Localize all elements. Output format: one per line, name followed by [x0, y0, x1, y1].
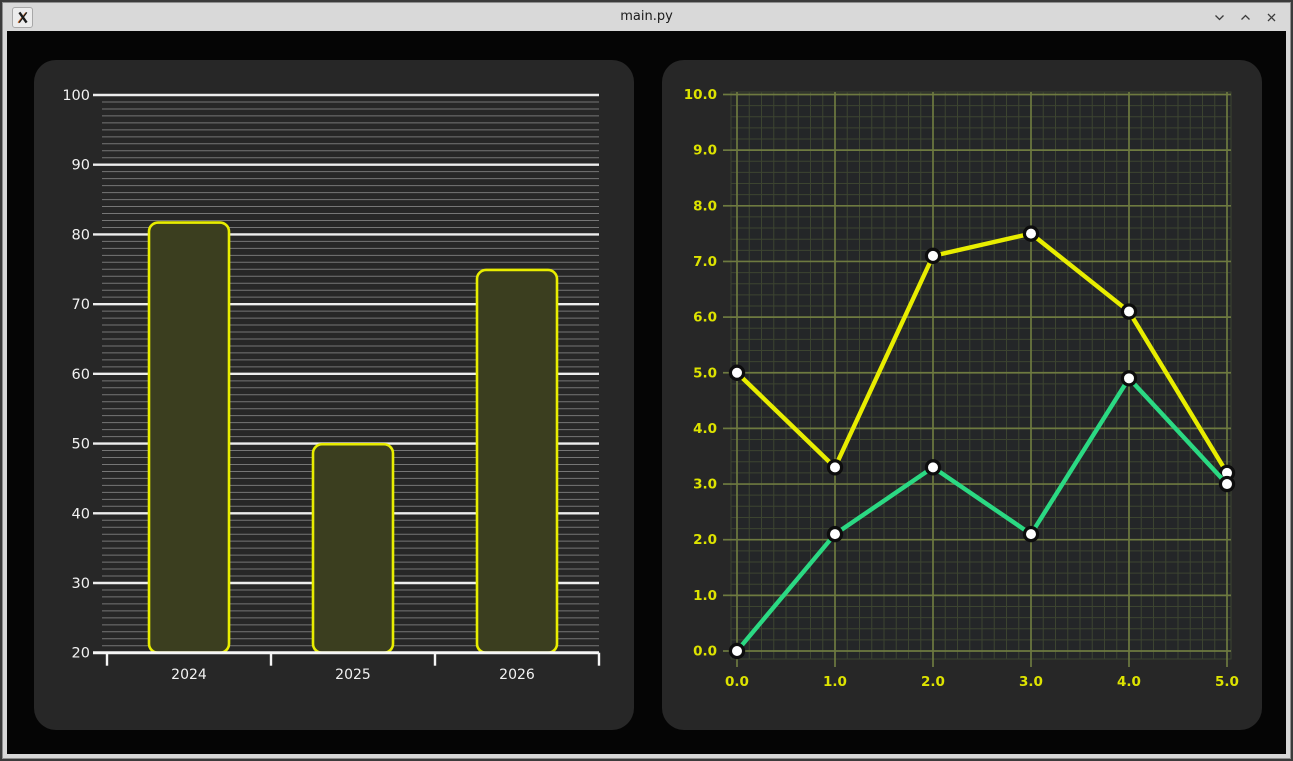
green-series-marker: [1022, 525, 1040, 543]
bar-chart-panel: 20 30 40 50 60 70 80 90 100 2024 2025 2026: [34, 60, 634, 730]
y-tick-label: 30: [72, 576, 90, 592]
y-tick-label: 40: [72, 506, 90, 522]
bar-2024: [147, 221, 231, 654]
x-tick-label: 5.0: [1215, 674, 1239, 690]
screen: main.py 20 30 40 50 60 70 80 90 100 2024…: [0, 0, 1293, 761]
chevron-up-icon: [1240, 14, 1250, 20]
y-tick-label: 80: [72, 227, 90, 243]
green-series-marker: [728, 642, 746, 660]
x-tick-label: 1.0: [823, 674, 847, 690]
bar-chart: 20 30 40 50 60 70 80 90 100 2024 2025 2026: [62, 88, 601, 683]
yellow-series-marker: [826, 459, 844, 476]
y-tick-label: 6.0: [693, 310, 717, 326]
yellow-series-marker: [1120, 303, 1138, 320]
y-tick-label: 5.0: [693, 365, 717, 381]
bar-2026: [475, 268, 559, 654]
y-tick-label: 50: [72, 437, 90, 453]
line-chart: 0.0 1.0 2.0 3.0 4.0 5.0 0.0 1.0 2.0 3.0 4.0 5.0 6.0 7…: [684, 87, 1239, 690]
y-tick-label: 1.0: [693, 588, 717, 604]
maximize-button[interactable]: [1236, 8, 1254, 26]
close-button[interactable]: [1262, 8, 1280, 26]
green-series-marker: [1120, 370, 1138, 387]
y-tick-label: 4.0: [693, 421, 717, 437]
green-series-marker: [826, 525, 844, 543]
window-controls: [1210, 3, 1280, 31]
yellow-series-marker: [1022, 225, 1040, 242]
bar-2025: [311, 442, 395, 654]
y-tick-label: 20: [72, 646, 90, 662]
y-tick-label: 70: [72, 297, 90, 313]
y-tick-label: 2.0: [693, 532, 717, 548]
x-tick-label: 2026: [499, 667, 535, 683]
y-tick-label: 9.0: [693, 143, 717, 159]
app-window: main.py 20 30 40 50 60 70 80 90 100 2024…: [2, 2, 1291, 759]
green-series-marker: [924, 459, 942, 476]
window-content: 20 30 40 50 60 70 80 90 100 2024 2025 2026 0.0 1.0 2.…: [7, 31, 1286, 754]
y-tick-label: 0.0: [693, 644, 717, 660]
chevron-down-icon: [1214, 14, 1224, 20]
y-tick-label: 7.0: [693, 254, 717, 270]
window-title: main.py: [620, 9, 673, 24]
line-chart-panel: 0.0 1.0 2.0 3.0 4.0 5.0 0.0 1.0 2.0 3.0 4.0 5.0 6.0 7…: [662, 60, 1262, 730]
y-tick-label: 90: [72, 158, 90, 174]
yellow-series-marker: [728, 364, 746, 381]
titlebar[interactable]: main.py: [3, 3, 1290, 31]
yellow-series-marker: [924, 247, 942, 265]
y-tick-label: 10.0: [684, 87, 717, 103]
green-series-marker: [1218, 475, 1236, 493]
y-tick-label: 3.0: [693, 477, 717, 493]
x-tick-label: 4.0: [1117, 674, 1141, 690]
x-tick-label: 2025: [335, 667, 371, 683]
close-icon: [1267, 13, 1275, 21]
plot-background: [730, 91, 1232, 660]
x-tick-label: 2024: [171, 667, 207, 683]
x-tick-label: 0.0: [725, 674, 749, 690]
y-tick-label: 60: [72, 367, 90, 383]
x-tick-label: 3.0: [1019, 674, 1043, 690]
x-tick-label: 2.0: [921, 674, 945, 690]
minimize-button[interactable]: [1210, 8, 1228, 26]
y-tick-label: 100: [62, 88, 90, 104]
y-tick-label: 8.0: [693, 198, 717, 214]
